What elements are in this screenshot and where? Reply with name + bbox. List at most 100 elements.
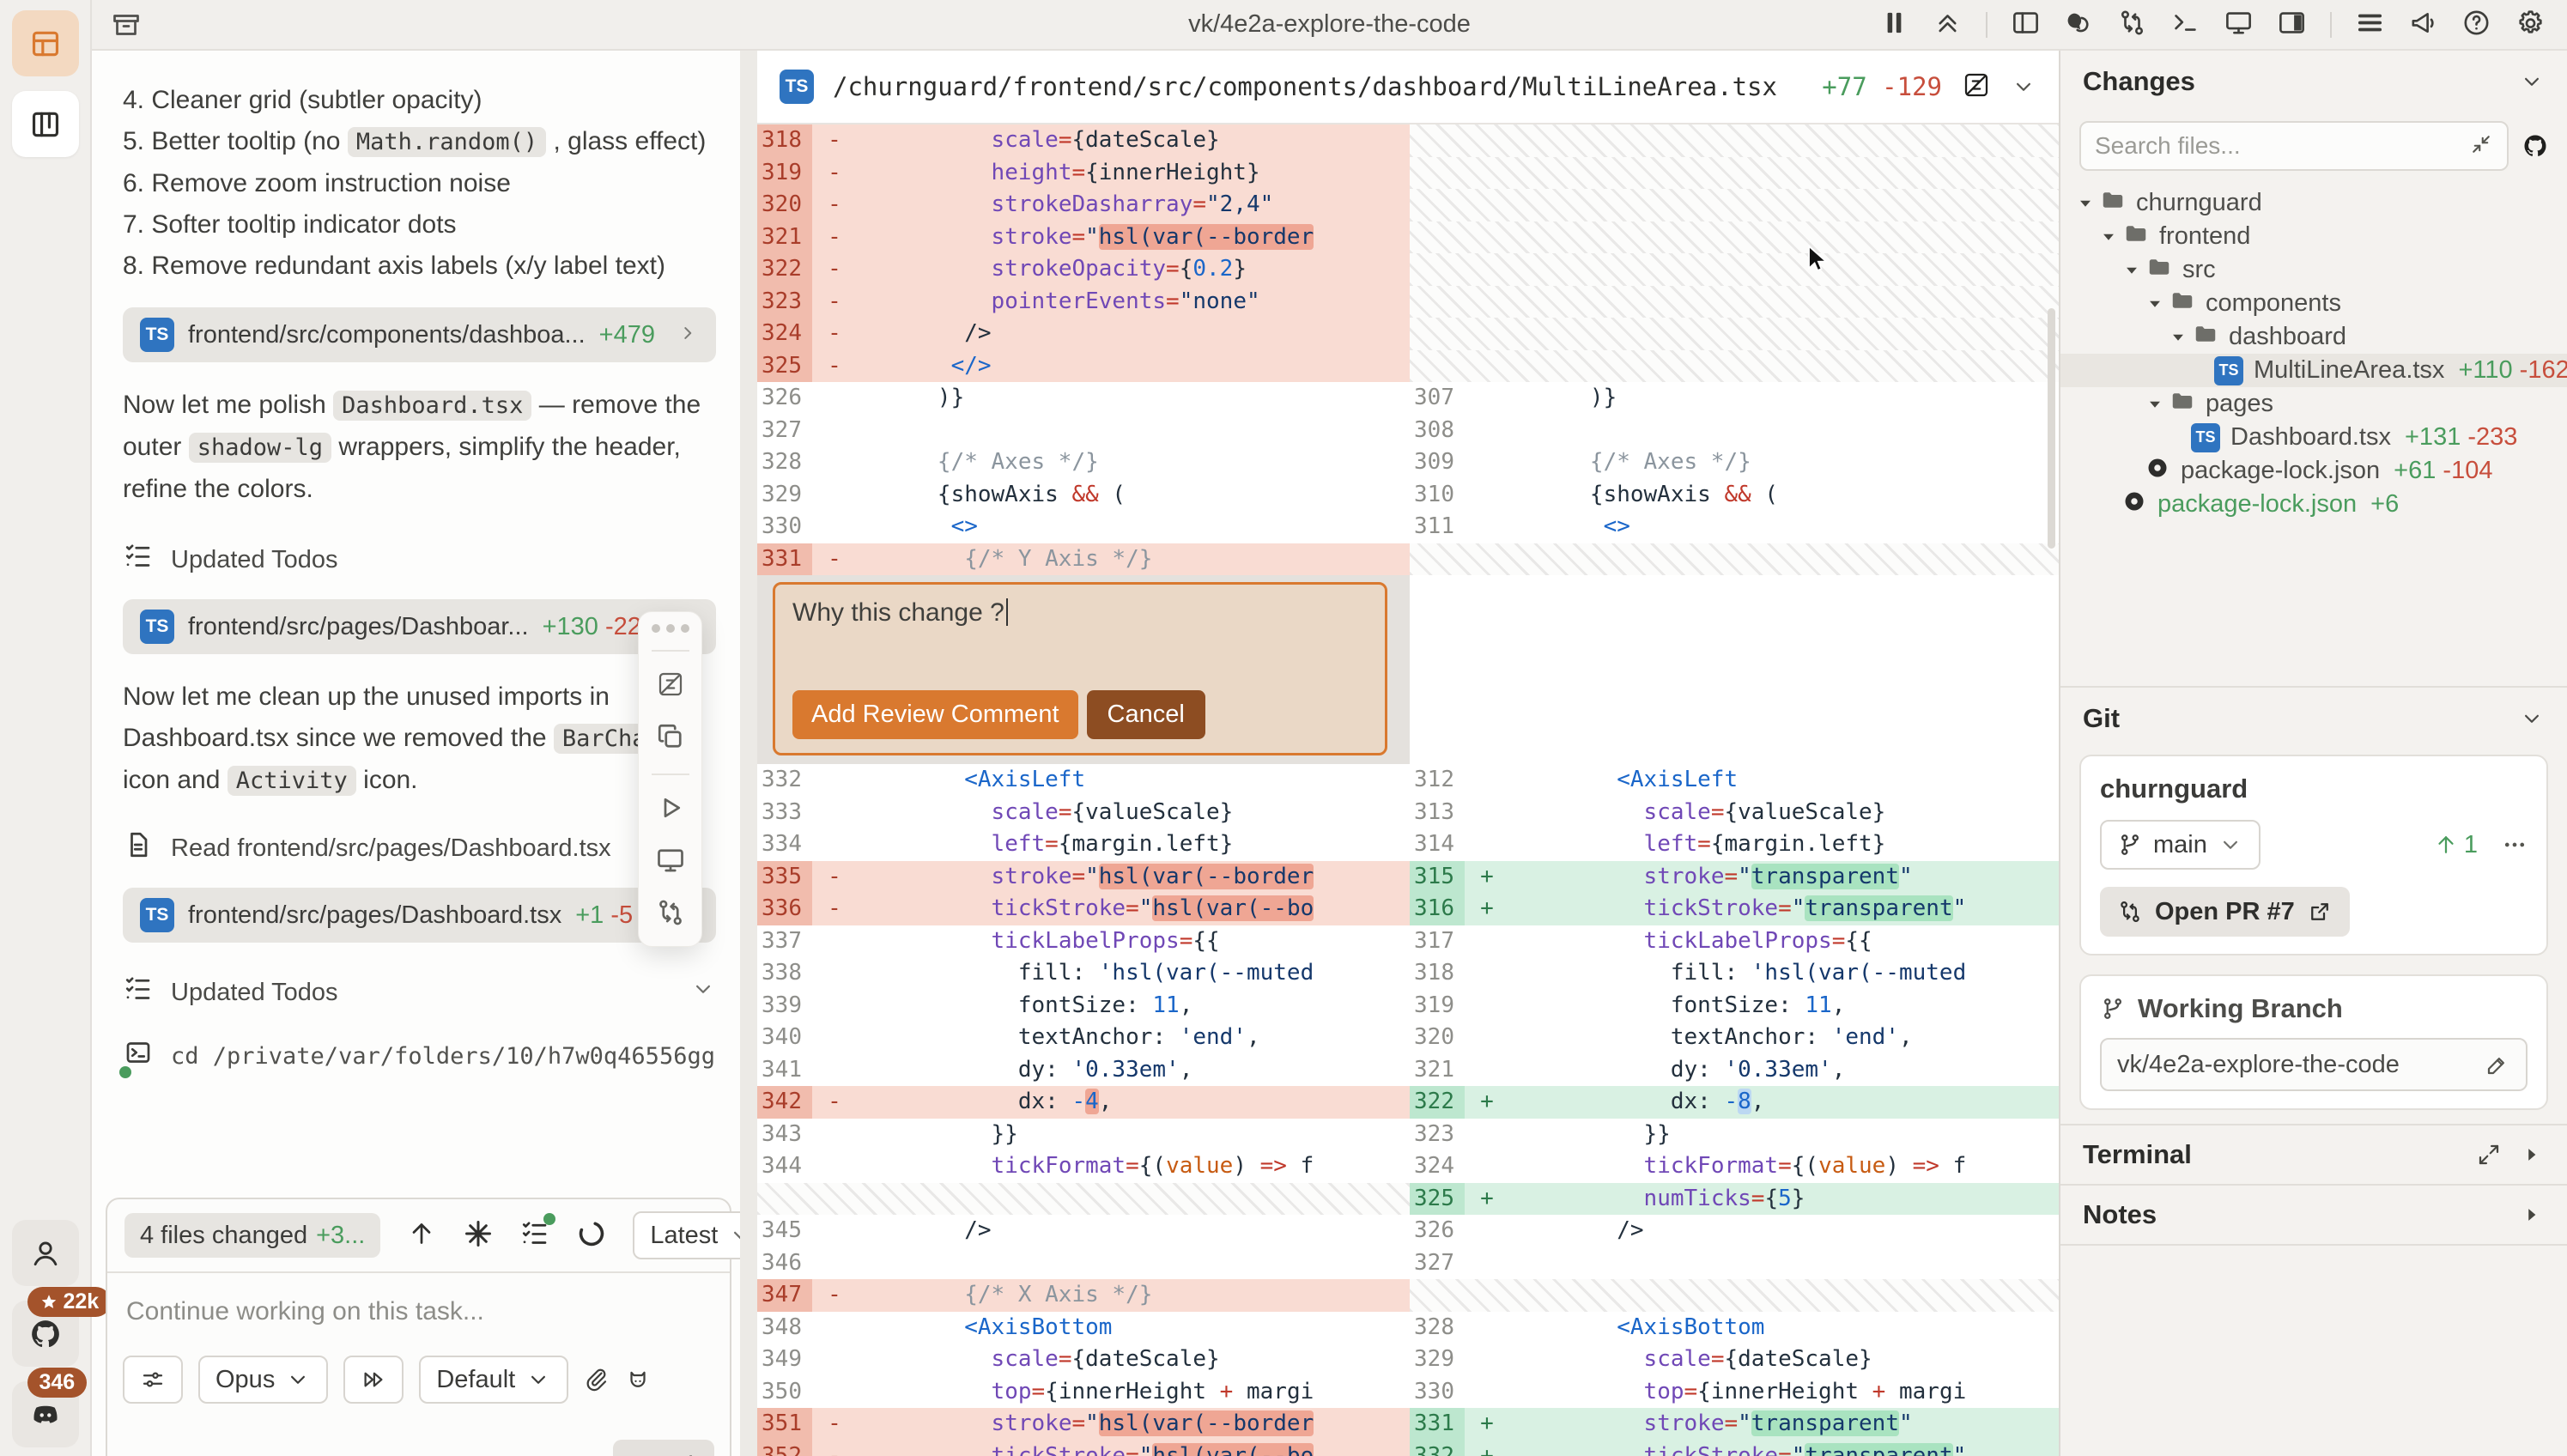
tree-folder-pages[interactable]: pages <box>2060 387 2567 421</box>
terminal-section-header[interactable]: Terminal <box>2060 1125 2567 1184</box>
settings-sliders-button[interactable] <box>123 1356 183 1404</box>
diff-old-line[interactable]: 337 tickLabelProps={{ <box>757 925 1410 958</box>
diff-overlay-icon[interactable] <box>655 669 686 704</box>
diff-old-line[interactable]: 332 <AxisLeft <box>757 764 1410 797</box>
diff-old-line[interactable]: 331- {/* Y Axis */} <box>757 543 1410 576</box>
inline-diff-toggle-icon[interactable] <box>1961 70 1992 105</box>
read-file-row[interactable]: Read frontend/src/pages/Dashboard.tsx <box>123 829 716 867</box>
diff-old-line[interactable]: 336- tickStroke="hsl(var(--bo <box>757 893 1410 925</box>
diff-old-line[interactable]: 338 fill: 'hsl(var(--muted <box>757 957 1410 990</box>
floating-toolbar[interactable] <box>638 611 702 947</box>
tree-folder-components[interactable]: components <box>2060 287 2567 320</box>
megaphone-icon[interactable] <box>2408 8 2438 42</box>
updated-todos-row[interactable]: Updated Todos <box>123 541 716 579</box>
working-branch-field[interactable]: vk/4e2a-explore-the-code <box>2100 1038 2528 1091</box>
rail-discord-button[interactable]: 346 <box>12 1381 79 1447</box>
diff-old-line[interactable]: 326 )} <box>757 382 1410 415</box>
diff-new-line[interactable]: 320 textAnchor: 'end', <box>1410 1022 2059 1054</box>
terminal-icon[interactable] <box>2170 8 2200 42</box>
diff-new-line[interactable]: 325+ numTicks={5} <box>1410 1183 2059 1216</box>
diff-old-line[interactable]: 321- stroke="hsl(var(--border <box>757 221 1410 254</box>
diff-new-line[interactable]: 322+ dx: -8, <box>1410 1086 2059 1119</box>
tree-file-MultiLineArea.tsx[interactable]: TSMultiLineArea.tsx+110 -162 <box>2060 354 2567 387</box>
diff-new-line[interactable]: 307 )} <box>1410 382 2059 415</box>
tree-folder-src[interactable]: src <box>2060 253 2567 287</box>
settings-icon[interactable] <box>2515 8 2545 42</box>
file-change-chip[interactable]: TSfrontend/src/components/dashboa...+479 <box>123 307 716 362</box>
diff-new-line[interactable]: 328 <AxisBottom <box>1410 1312 2059 1344</box>
push-up-icon[interactable] <box>406 1218 437 1253</box>
diff-old-line[interactable]: 333 scale={valueScale} <box>757 797 1410 829</box>
diff-old-line[interactable]: 351- stroke="hsl(var(--border <box>757 1408 1410 1441</box>
collapse-file-icon[interactable] <box>2011 74 2036 100</box>
diff-old-line[interactable]: 352- tickStroke="hsl(var(--bo <box>757 1441 1410 1456</box>
send-button[interactable]: Send <box>613 1440 714 1456</box>
updated-todos-row[interactable]: Updated Todos <box>123 974 716 1011</box>
file-change-chip[interactable]: TSfrontend/src/pages/Dashboard.tsx+1 -5 <box>123 888 716 943</box>
preview-icon[interactable] <box>655 845 686 880</box>
help-icon[interactable] <box>2461 8 2491 42</box>
diff-scrollbar[interactable] <box>2048 308 2055 549</box>
diff-new-line[interactable]: 317 tickLabelProps={{ <box>1410 925 2059 958</box>
diff-new-line[interactable]: 309 {/* Axes */} <box>1410 446 2059 479</box>
panel-right-icon[interactable] <box>2277 8 2307 42</box>
monitor-icon[interactable] <box>2224 8 2254 42</box>
model-dropdown[interactable]: Opus <box>198 1356 328 1404</box>
diff-new-line[interactable]: 318 fill: 'hsl(var(--muted <box>1410 957 2059 990</box>
todos-status-icon[interactable] <box>519 1218 550 1253</box>
edit-branch-icon[interactable] <box>2485 1052 2510 1077</box>
diff-old-line[interactable]: 327 <box>757 415 1410 447</box>
tree-folder-frontend[interactable]: frontend <box>2060 220 2567 253</box>
search-input[interactable] <box>2095 132 2469 160</box>
diff-new-line[interactable]: 319 fontSize: 11, <box>1410 990 2059 1022</box>
file-search[interactable] <box>2079 121 2509 171</box>
tree-file-Dashboard.tsx[interactable]: TSDashboard.tsx+131 -233 <box>2060 421 2567 454</box>
cat-icon[interactable] <box>625 1367 651 1392</box>
message-input[interactable]: Continue working on this task... <box>107 1273 730 1326</box>
diff-new-line[interactable]: 332+ tickStroke="transparent" <box>1410 1441 2059 1456</box>
version-dropdown[interactable]: Latest <box>633 1211 740 1259</box>
diff-old-line[interactable]: 329 {showAxis && ( <box>757 479 1410 512</box>
diff-new-line[interactable]: 326 /> <box>1410 1215 2059 1247</box>
review-comment-box[interactable]: Why this change ?Add Review CommentCance… <box>773 582 1387 755</box>
branch-selector[interactable]: main <box>2100 820 2261 870</box>
panel-resizer[interactable] <box>740 51 757 1456</box>
tree-file-package-lock.json[interactable]: package-lock.json+61 -104 <box>2060 454 2567 488</box>
diff-old-line[interactable]: 318- scale={dateScale} <box>757 124 1410 157</box>
diff-old-line[interactable]: 323- pointerEvents="none" <box>757 286 1410 318</box>
commits-ahead[interactable]: 1 <box>2433 831 2478 859</box>
diff-new-line[interactable]: 308 <box>1410 415 2059 447</box>
collapse-tree-icon[interactable] <box>2469 132 2493 161</box>
tree-folder-dashboard[interactable]: dashboard <box>2060 320 2567 354</box>
rail-account-button[interactable] <box>12 1220 79 1286</box>
diff-old-line[interactable]: 348 <AxisBottom <box>757 1312 1410 1344</box>
diff-old-line[interactable]: 342- dx: -4, <box>757 1086 1410 1119</box>
diff-new-line[interactable]: 315+ stroke="transparent" <box>1410 861 2059 894</box>
files-changed-chip[interactable]: 4 files changed +3... <box>124 1213 380 1258</box>
notes-section-header[interactable]: Notes <box>2060 1186 2567 1244</box>
diff-new-line[interactable]: 316+ tickStroke="transparent" <box>1410 893 2059 925</box>
attach-icon[interactable] <box>584 1367 610 1392</box>
github-icon[interactable] <box>2522 133 2548 159</box>
git-overflow-menu[interactable] <box>2502 832 2528 858</box>
diff-old-line[interactable]: 322- strokeOpacity={0.2} <box>757 253 1410 286</box>
cancel-button[interactable]: Cancel <box>1087 690 1205 739</box>
expand-terminal-icon[interactable] <box>2476 1142 2502 1168</box>
diff-new-line[interactable]: 313 scale={valueScale} <box>1410 797 2059 829</box>
chat-bubble-icon[interactable] <box>2064 8 2094 42</box>
changes-section-header[interactable]: Changes <box>2060 51 2567 112</box>
tree-file-package-lock.json[interactable]: package-lock.json+6 <box>2060 488 2567 521</box>
diff-old-line[interactable]: 334 left={margin.left} <box>757 828 1410 861</box>
file-change-chip[interactable]: TSfrontend/src/pages/Dashboar...+130 -22 <box>123 599 716 654</box>
drag-handle-icon[interactable] <box>652 624 689 633</box>
diff-new-line[interactable]: 330 top={innerHeight + margi <box>1410 1376 2059 1409</box>
diff-old-line[interactable]: 349 scale={dateScale} <box>757 1344 1410 1376</box>
comment-input[interactable]: Why this change ? <box>792 598 1368 628</box>
diff-old-line[interactable]: 341 dy: '0.33em', <box>757 1054 1410 1087</box>
diff-old-line[interactable]: 324- /> <box>757 318 1410 350</box>
diff-old-line[interactable]: 344 tickFormat={(value) => f <box>757 1150 1410 1183</box>
open-pr-button[interactable]: Open PR #7 <box>2100 887 2350 937</box>
diff-new-line[interactable]: 329 scale={dateScale} <box>1410 1344 2059 1376</box>
rail-github-button[interactable]: 22k <box>12 1301 79 1367</box>
diff-old-line[interactable]: 325- </> <box>757 350 1410 383</box>
